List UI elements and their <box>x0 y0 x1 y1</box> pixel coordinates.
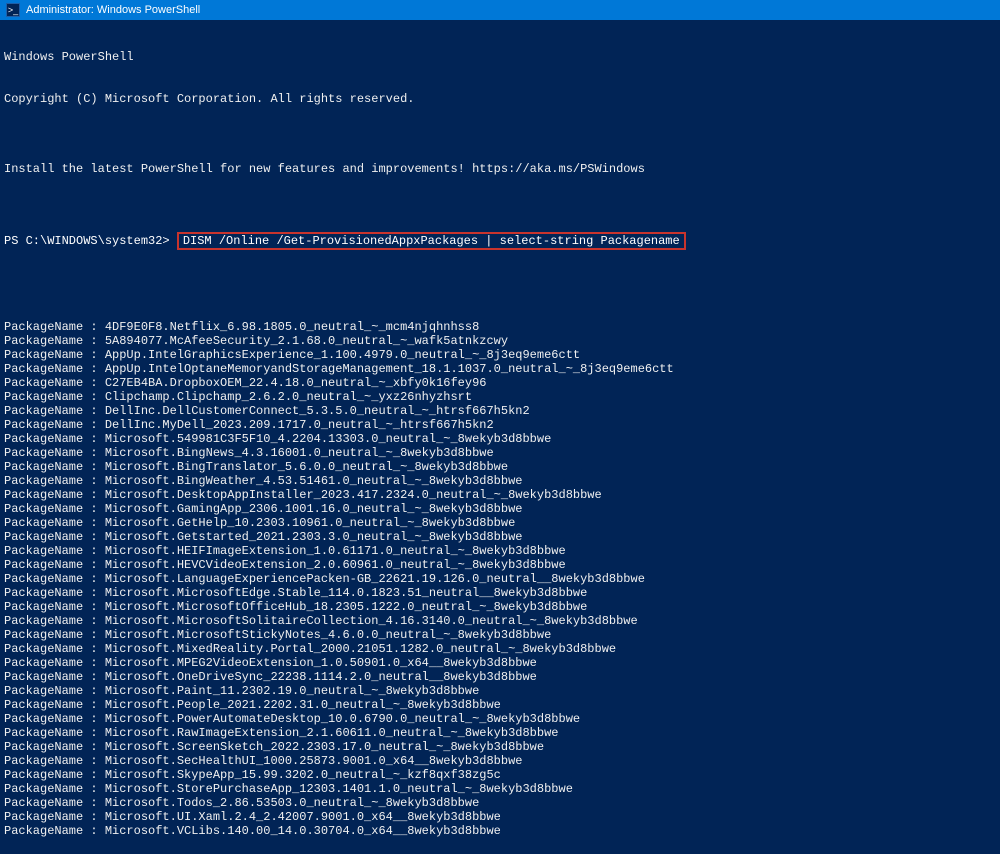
blank-line <box>4 278 996 292</box>
package-line: PackageName : DellInc.MyDell_2023.209.17… <box>4 418 996 432</box>
command-highlight: DISM /Online /Get-ProvisionedAppxPackage… <box>177 232 686 250</box>
package-line: PackageName : Microsoft.BingTranslator_5… <box>4 460 996 474</box>
package-line: PackageName : Microsoft.MicrosoftEdge.St… <box>4 586 996 600</box>
package-line: PackageName : Microsoft.MPEG2VideoExtens… <box>4 656 996 670</box>
package-line: PackageName : Microsoft.UI.Xaml.2.4_2.42… <box>4 810 996 824</box>
package-line: PackageName : Microsoft.Getstarted_2021.… <box>4 530 996 544</box>
package-line: PackageName : Microsoft.Paint_11.2302.19… <box>4 684 996 698</box>
window-title: Administrator: Windows PowerShell <box>26 4 200 16</box>
package-line: PackageName : Microsoft.DesktopAppInstal… <box>4 488 996 502</box>
package-line: PackageName : Microsoft.GetHelp_10.2303.… <box>4 516 996 530</box>
package-line: PackageName : Microsoft.HEVCVideoExtensi… <box>4 558 996 572</box>
package-line: PackageName : Microsoft.OneDriveSync_222… <box>4 670 996 684</box>
package-line: PackageName : DellInc.DellCustomerConnec… <box>4 404 996 418</box>
package-line: PackageName : Clipchamp.Clipchamp_2.6.2.… <box>4 390 996 404</box>
package-line: PackageName : Microsoft.Todos_2.86.53503… <box>4 796 996 810</box>
package-line: PackageName : Microsoft.BingWeather_4.53… <box>4 474 996 488</box>
package-line: PackageName : Microsoft.StorePurchaseApp… <box>4 782 996 796</box>
package-line: PackageName : AppUp.IntelGraphicsExperie… <box>4 348 996 362</box>
prompt-path: PS C:\WINDOWS\system32> <box>4 234 177 248</box>
powershell-icon: >_ <box>6 3 20 17</box>
package-line: PackageName : Microsoft.GamingApp_2306.1… <box>4 502 996 516</box>
package-line: PackageName : Microsoft.SecHealthUI_1000… <box>4 754 996 768</box>
package-line: PackageName : Microsoft.RawImageExtensio… <box>4 726 996 740</box>
package-line: PackageName : Microsoft.BingNews_4.3.160… <box>4 446 996 460</box>
terminal-body[interactable]: Windows PowerShell Copyright (C) Microso… <box>0 20 1000 854</box>
package-line: PackageName : Microsoft.PowerAutomateDes… <box>4 712 996 726</box>
package-line: PackageName : 4DF9E0F8.Netflix_6.98.1805… <box>4 320 996 334</box>
package-line: PackageName : 5A894077.McAfeeSecurity_2.… <box>4 334 996 348</box>
package-line: PackageName : Microsoft.MicrosoftSolitai… <box>4 614 996 628</box>
package-line: PackageName : C27EB4BA.DropboxOEM_22.4.1… <box>4 376 996 390</box>
copyright-line: Copyright (C) Microsoft Corporation. All… <box>4 92 996 106</box>
package-line: PackageName : Microsoft.MicrosoftOfficeH… <box>4 600 996 614</box>
package-line: PackageName : Microsoft.People_2021.2202… <box>4 698 996 712</box>
package-line: PackageName : Microsoft.MicrosoftStickyN… <box>4 628 996 642</box>
package-line: PackageName : Microsoft.549981C3F5F10_4.… <box>4 432 996 446</box>
package-line: PackageName : Microsoft.LanguageExperien… <box>4 572 996 586</box>
package-line: PackageName : AppUp.IntelOptaneMemoryand… <box>4 362 996 376</box>
header-line: Windows PowerShell <box>4 50 996 64</box>
package-line: PackageName : Microsoft.MixedReality.Por… <box>4 642 996 656</box>
prompt-line: PS C:\WINDOWS\system32> DISM /Online /Ge… <box>4 232 996 250</box>
package-line: PackageName : Microsoft.HEIFImageExtensi… <box>4 544 996 558</box>
install-hint-line: Install the latest PowerShell for new fe… <box>4 162 996 176</box>
package-line: PackageName : Microsoft.ScreenSketch_202… <box>4 740 996 754</box>
package-line: PackageName : Microsoft.VCLibs.140.00_14… <box>4 824 996 838</box>
window-titlebar[interactable]: >_ Administrator: Windows PowerShell <box>0 0 1000 20</box>
output-list: PackageName : 4DF9E0F8.Netflix_6.98.1805… <box>4 320 996 838</box>
package-line: PackageName : Microsoft.SkypeApp_15.99.3… <box>4 768 996 782</box>
